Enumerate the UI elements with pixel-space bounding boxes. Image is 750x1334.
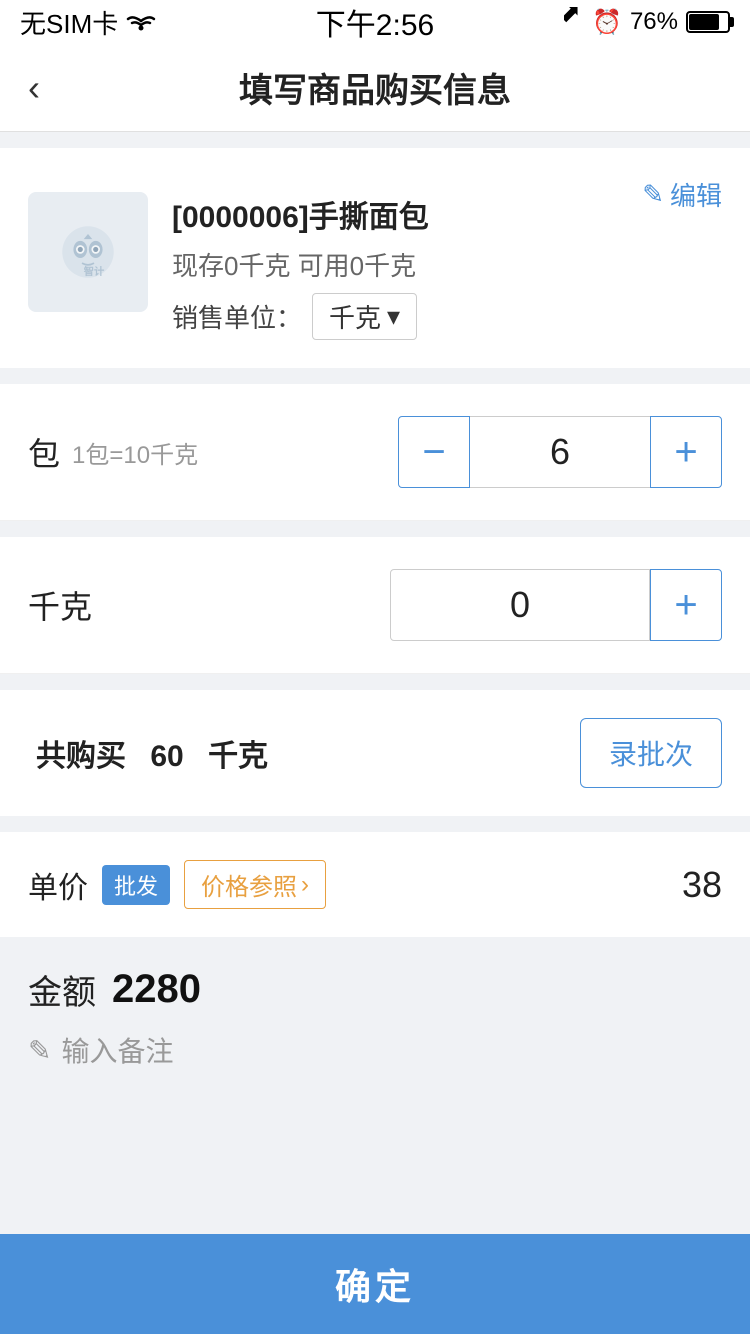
price-value: 38 <box>682 864 722 906</box>
unit-label: 销售单位： <box>172 298 302 335</box>
price-ref-button[interactable]: 价格参照 › <box>184 860 326 909</box>
product-card: 智计 [0000006]手撕面包 现存0千克 可用0千克 销售单位： 千克 ▾ … <box>0 148 750 368</box>
battery-icon <box>686 11 730 33</box>
back-button[interactable]: ‹ <box>28 67 40 109</box>
bag-label: 包 <box>28 429 60 475</box>
bag-qty-input[interactable] <box>470 416 650 488</box>
kg-label: 千克 <box>28 582 92 628</box>
price-tag: 批发 <box>102 865 170 905</box>
unit-dropdown[interactable]: 千克 ▾ <box>312 293 417 340</box>
amount-label: 金额 <box>28 965 96 1014</box>
purchase-unit: 千克 <box>208 740 268 773</box>
confirm-button[interactable]: 确定 <box>335 1258 415 1310</box>
bag-increment-button[interactable]: + <box>650 416 722 488</box>
kg-qty-input[interactable] <box>390 569 650 641</box>
price-row: 单价 批发 价格参照 › 38 <box>28 860 722 909</box>
spacer <box>0 1086 750 1234</box>
price-section: 单价 批发 价格参照 › 38 <box>0 832 750 937</box>
edit-label: 编辑 <box>670 176 722 213</box>
note-placeholder[interactable]: 输入备注 <box>61 1030 173 1070</box>
unit-value: 千克 <box>329 298 381 335</box>
product-unit-row: 销售单位： 千克 ▾ <box>172 293 722 340</box>
kg-qty-control: + <box>390 569 722 641</box>
purchase-prefix: 共购买 <box>36 740 126 773</box>
product-name: [0000006]手撕面包 <box>172 192 722 236</box>
carrier-text: 无SIM卡 <box>20 4 118 41</box>
note-row[interactable]: ✎ 输入备注 <box>28 1030 722 1070</box>
location-icon <box>564 7 584 38</box>
product-info: [0000006]手撕面包 现存0千克 可用0千克 销售单位： 千克 ▾ <box>172 192 722 340</box>
price-ref-label: 价格参照 <box>201 867 297 902</box>
price-label: 单价 <box>28 863 88 907</box>
product-image: 智计 <box>28 192 148 312</box>
kg-increment-button[interactable]: + <box>650 569 722 641</box>
bag-qty-section: 包 1包=10千克 − + <box>0 384 750 521</box>
alarm-icon: ⏰ <box>592 8 622 37</box>
status-bar: 无SIM卡 下午2:56 ⏰ 76% <box>0 0 750 44</box>
status-time: 下午2:56 <box>316 0 434 44</box>
amount-value: 2280 <box>112 967 201 1012</box>
batch-button[interactable]: 录批次 <box>580 718 722 788</box>
note-icon: ✎ <box>28 1034 51 1067</box>
nav-bar: ‹ 填写商品购买信息 <box>0 44 750 132</box>
bag-decrement-button[interactable]: − <box>398 416 470 488</box>
purchase-section: 共购买 60 千克 录批次 <box>0 690 750 816</box>
purchase-text: 共购买 60 千克 <box>28 731 276 775</box>
edit-button[interactable]: ✎ 编辑 <box>642 176 722 213</box>
amount-section: 金额 2280 ✎ 输入备注 <box>0 937 750 1086</box>
price-ref-arrow: › <box>301 871 309 899</box>
edit-icon: ✎ <box>642 179 664 210</box>
purchase-amount: 60 <box>150 740 183 773</box>
bag-qty-row: 包 1包=10千克 − + <box>0 384 750 521</box>
battery-text: 76% <box>630 8 678 36</box>
amount-row: 金额 2280 <box>28 965 722 1014</box>
bag-sublabel: 1包=10千克 <box>72 435 198 470</box>
kg-qty-row: 千克 + <box>0 537 750 674</box>
kg-qty-section: 千克 + <box>0 537 750 674</box>
dropdown-arrow: ▾ <box>387 301 400 332</box>
wifi-icon <box>126 7 156 38</box>
purchase-row: 共购买 60 千克 录批次 <box>0 690 750 816</box>
status-left: 无SIM卡 <box>20 4 156 41</box>
status-right: ⏰ 76% <box>564 7 730 38</box>
svg-text:智计: 智计 <box>84 265 105 278</box>
bag-qty-control: − + <box>398 416 722 488</box>
confirm-bar[interactable]: 确定 <box>0 1234 750 1334</box>
page-title: 填写商品购买信息 <box>239 63 511 112</box>
product-stock: 现存0千克 可用0千克 <box>172 246 722 283</box>
